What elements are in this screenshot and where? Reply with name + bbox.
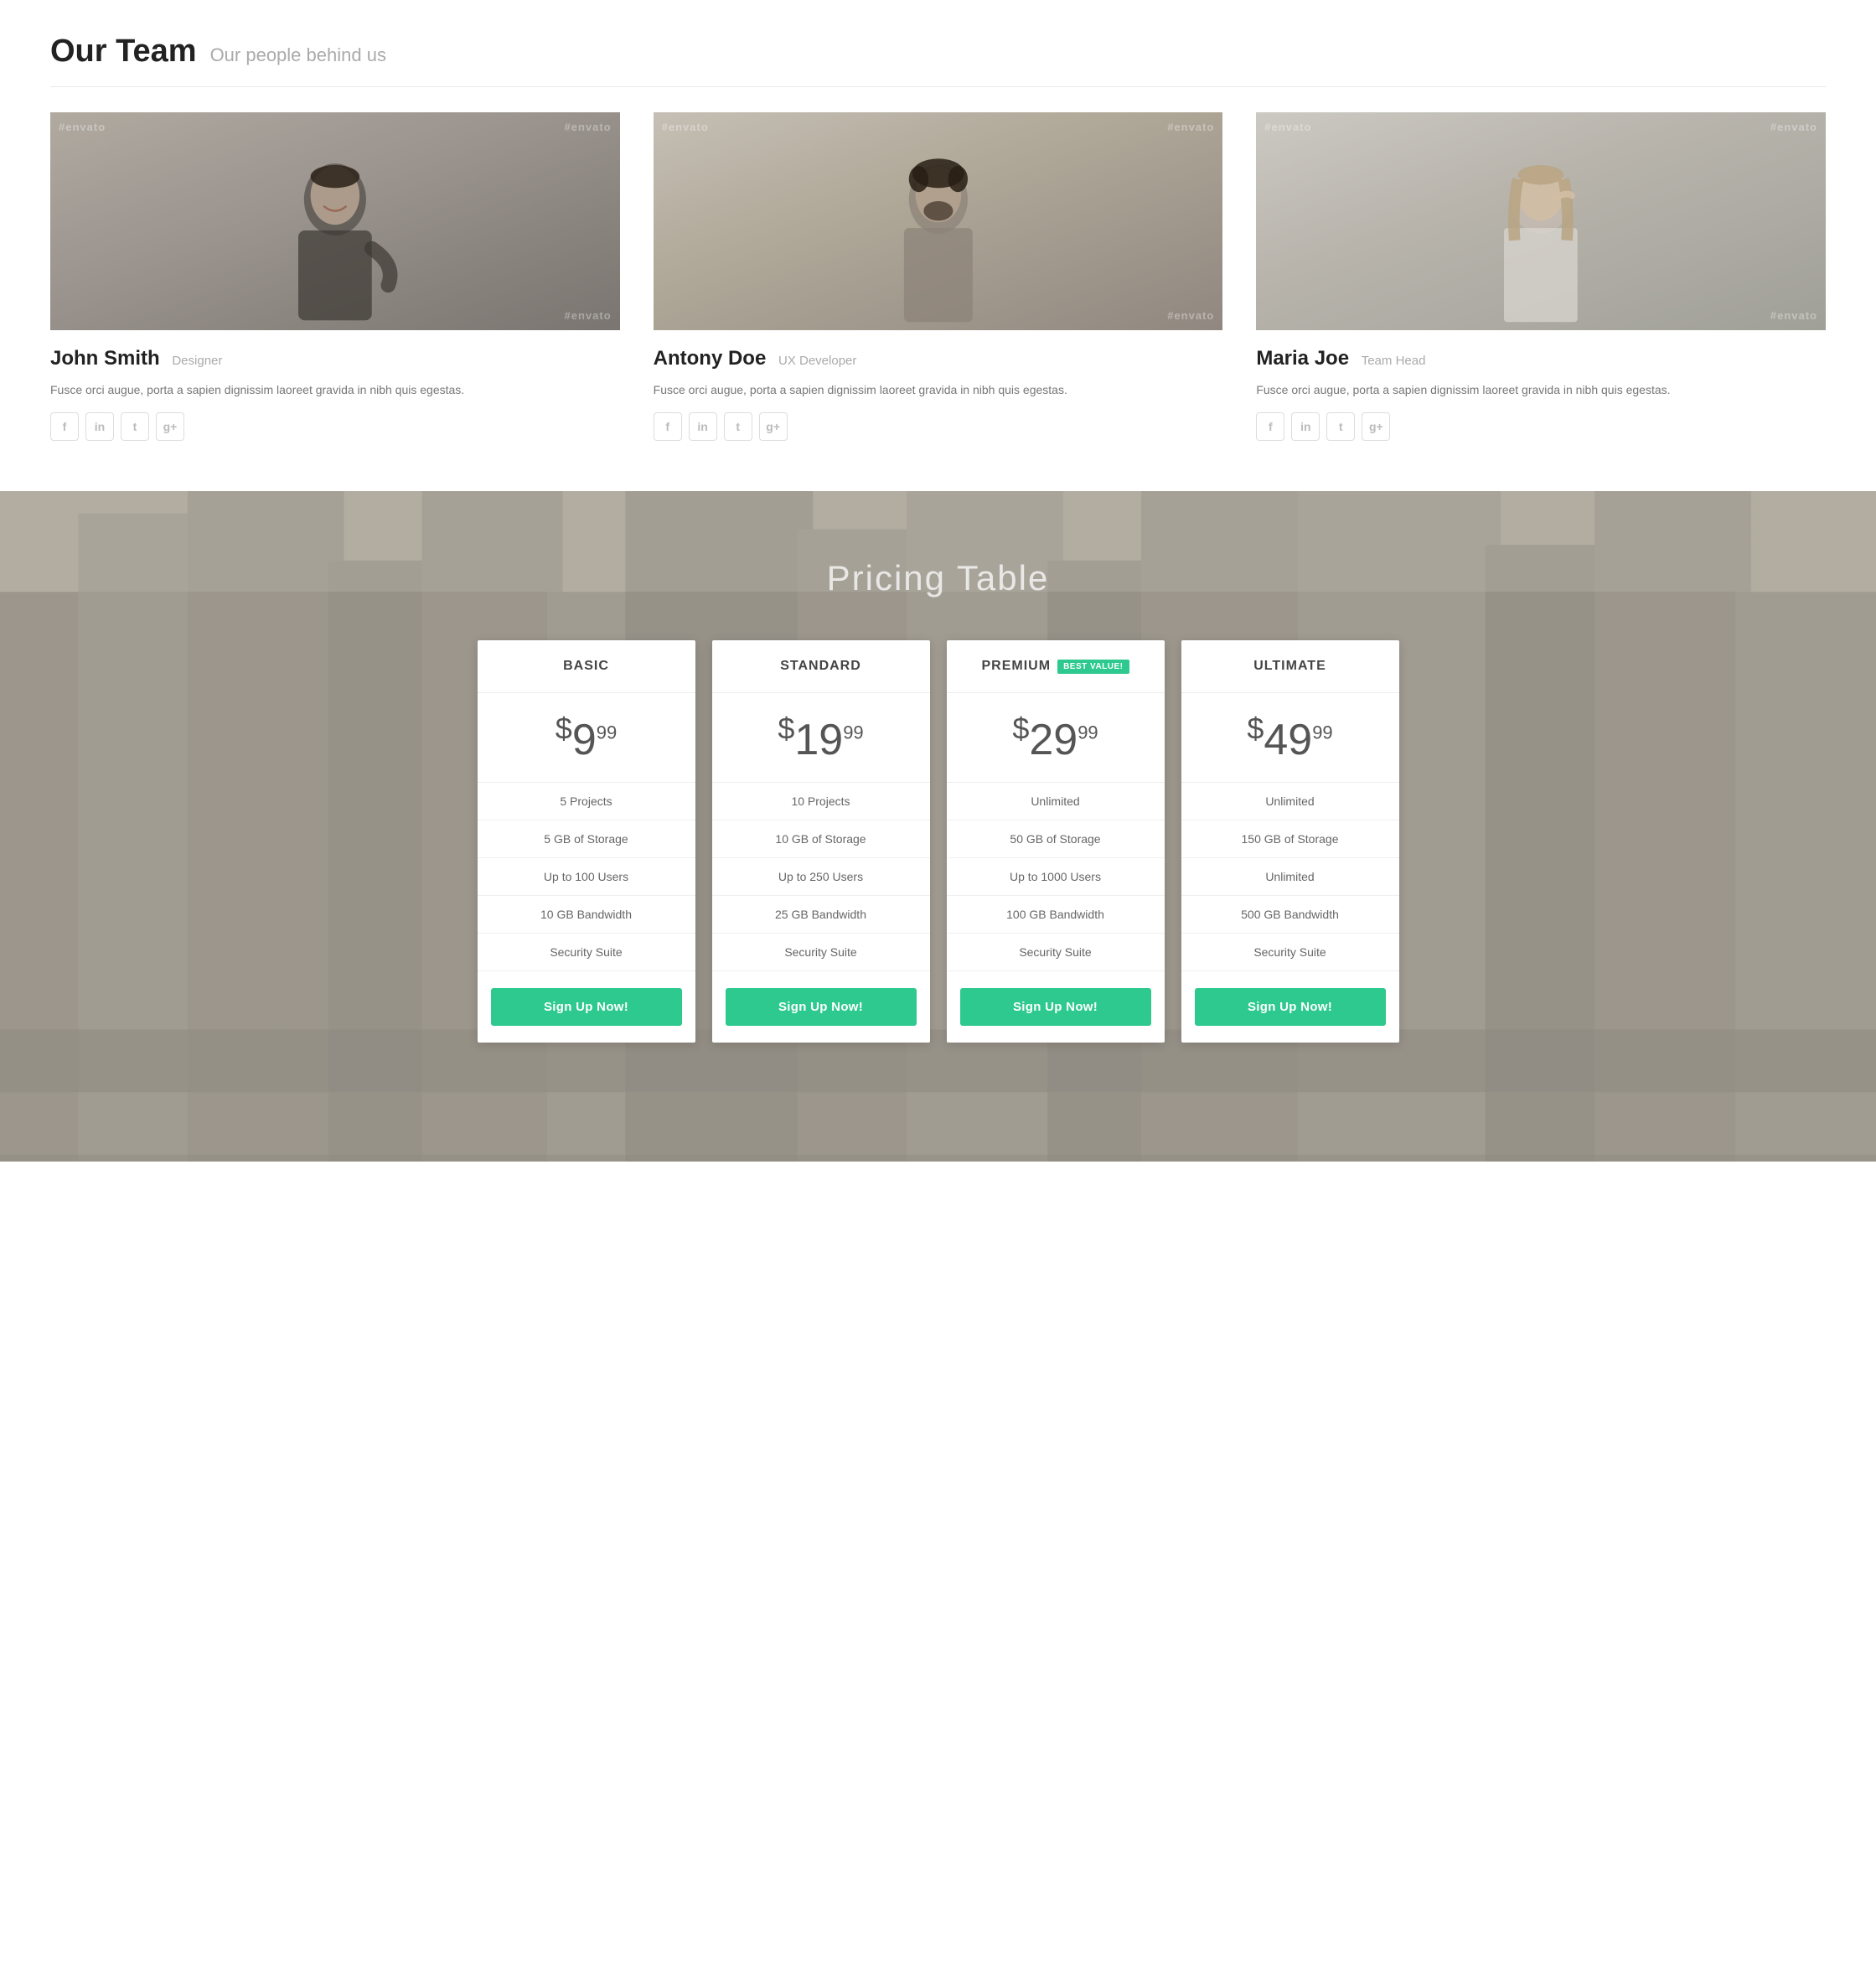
plan-feature-ultimate-5: Security Suite [1181, 934, 1399, 971]
plan-feature-premium-1: Unlimited [947, 783, 1165, 820]
twitter-icon-antony[interactable]: t [724, 412, 752, 441]
plan-feature-basic-1: 5 Projects [478, 783, 695, 820]
person-silhouette-antony [739, 134, 1138, 330]
best-value-badge: BEST VALUE! [1057, 660, 1129, 674]
signup-button-basic[interactable]: Sign Up Now! [491, 988, 682, 1026]
person-silhouette-john [136, 134, 535, 330]
social-icons-john: f in t g+ [50, 412, 620, 441]
plan-feature-basic-3: Up to 100 Users [478, 858, 695, 896]
section-main-title: Our Team [50, 34, 197, 70]
price-amount-ultimate: $4999 [1247, 716, 1332, 764]
plan-feature-ultimate-1: Unlimited [1181, 783, 1399, 820]
plan-feature-ultimate-2: 150 GB of Storage [1181, 820, 1399, 858]
signup-button-standard[interactable]: Sign Up Now! [726, 988, 917, 1026]
plan-feature-standard-5: Security Suite [712, 934, 930, 971]
pricing-card-basic: BASIC $999 5 Projects 5 GB of Storage Up… [478, 640, 695, 1042]
team-grid: #envato #envato #envato [50, 112, 1826, 441]
member-bio-antony: Fusce orci augue, porta a sapien digniss… [654, 380, 1223, 399]
price-amount-basic: $999 [556, 716, 617, 764]
plan-feature-premium-5: Security Suite [947, 934, 1165, 971]
plan-feature-ultimate-4: 500 GB Bandwidth [1181, 896, 1399, 934]
person-figure-john [50, 112, 620, 330]
plan-price-basic: $999 [478, 693, 695, 782]
pricing-card-premium: PREMIUM BEST VALUE! $2999 Unlimited 50 G… [947, 640, 1165, 1042]
plan-feature-basic-4: 10 GB Bandwidth [478, 896, 695, 934]
person-silhouette-maria [1341, 134, 1740, 330]
plan-cta-premium: Sign Up Now! [947, 971, 1165, 1043]
facebook-icon-maria[interactable]: f [1256, 412, 1284, 441]
price-amount-premium: $2999 [1012, 716, 1098, 764]
plan-header-premium: PREMIUM BEST VALUE! [947, 640, 1165, 693]
linkedin-icon-antony[interactable]: in [689, 412, 717, 441]
team-section: Our Team Our people behind us #envato #e… [0, 0, 1876, 491]
google-icon-maria[interactable]: g+ [1362, 412, 1390, 441]
linkedin-icon-maria[interactable]: in [1291, 412, 1320, 441]
linkedin-icon-john[interactable]: in [85, 412, 114, 441]
team-card-1: #envato #envato #envato [50, 112, 620, 441]
plan-feature-standard-2: 10 GB of Storage [712, 820, 930, 858]
team-photo-maria: #envato #envato #envato [1256, 112, 1826, 330]
member-bio-john: Fusce orci augue, porta a sapien digniss… [50, 380, 620, 399]
plan-name-basic: BASIC [491, 659, 682, 674]
plan-header-basic: BASIC [478, 640, 695, 693]
pricing-title: Pricing Table [34, 558, 1842, 598]
google-icon-john[interactable]: g+ [156, 412, 184, 441]
section-header: Our Team Our people behind us [50, 34, 1826, 87]
pricing-section: Pricing Table BASIC $999 5 Projects 5 GB… [0, 491, 1876, 1162]
signup-button-ultimate[interactable]: Sign Up Now! [1195, 988, 1386, 1026]
plan-feature-standard-4: 25 GB Bandwidth [712, 896, 930, 934]
team-photo-antony: #envato #envato #envato [654, 112, 1223, 330]
plan-feature-basic-5: Security Suite [478, 934, 695, 971]
plan-feature-basic-2: 5 GB of Storage [478, 820, 695, 858]
social-icons-maria: f in t g+ [1256, 412, 1826, 441]
plan-header-standard: STANDARD [712, 640, 930, 693]
person-figure-maria [1256, 112, 1826, 330]
twitter-icon-john[interactable]: t [121, 412, 149, 441]
plan-feature-standard-1: 10 Projects [712, 783, 930, 820]
plan-price-standard: $1999 [712, 693, 930, 782]
pricing-grid: BASIC $999 5 Projects 5 GB of Storage Up… [478, 640, 1399, 1042]
facebook-icon-antony[interactable]: f [654, 412, 682, 441]
team-photo-john: #envato #envato #envato [50, 112, 620, 330]
plan-feature-ultimate-3: Unlimited [1181, 858, 1399, 896]
pricing-card-standard: STANDARD $1999 10 Projects 10 GB of Stor… [712, 640, 930, 1042]
twitter-icon-maria[interactable]: t [1326, 412, 1355, 441]
plan-name-premium: PREMIUM BEST VALUE! [960, 659, 1151, 674]
signup-button-premium[interactable]: Sign Up Now! [960, 988, 1151, 1026]
section-subtitle: Our people behind us [210, 44, 386, 66]
social-icons-antony: f in t g+ [654, 412, 1223, 441]
plan-feature-premium-2: 50 GB of Storage [947, 820, 1165, 858]
plan-name-standard: STANDARD [726, 659, 917, 674]
member-name-maria: Maria Joe Team Head [1256, 347, 1826, 370]
plan-cta-ultimate: Sign Up Now! [1181, 971, 1399, 1043]
plan-feature-standard-3: Up to 250 Users [712, 858, 930, 896]
plan-price-premium: $2999 [947, 693, 1165, 782]
facebook-icon-john[interactable]: f [50, 412, 79, 441]
team-card-3: #envato #envato #envato [1256, 112, 1826, 441]
plan-cta-basic: Sign Up Now! [478, 971, 695, 1043]
plan-feature-premium-3: Up to 1000 Users [947, 858, 1165, 896]
member-name-antony: Antony Doe UX Developer [654, 347, 1223, 370]
member-name-john: John Smith Designer [50, 347, 620, 370]
person-figure-antony [654, 112, 1223, 330]
member-bio-maria: Fusce orci augue, porta a sapien digniss… [1256, 380, 1826, 399]
pricing-content: Pricing Table BASIC $999 5 Projects 5 GB… [34, 558, 1842, 1042]
price-amount-standard: $1999 [778, 716, 863, 764]
plan-name-ultimate: ULTIMATE [1195, 659, 1386, 674]
plan-cta-standard: Sign Up Now! [712, 971, 930, 1043]
plan-header-ultimate: ULTIMATE [1181, 640, 1399, 693]
plan-feature-premium-4: 100 GB Bandwidth [947, 896, 1165, 934]
google-icon-antony[interactable]: g+ [759, 412, 788, 441]
team-card-2: #envato #envato #envato [654, 112, 1223, 441]
plan-price-ultimate: $4999 [1181, 693, 1399, 782]
pricing-card-ultimate: ULTIMATE $4999 Unlimited 150 GB of Stora… [1181, 640, 1399, 1042]
